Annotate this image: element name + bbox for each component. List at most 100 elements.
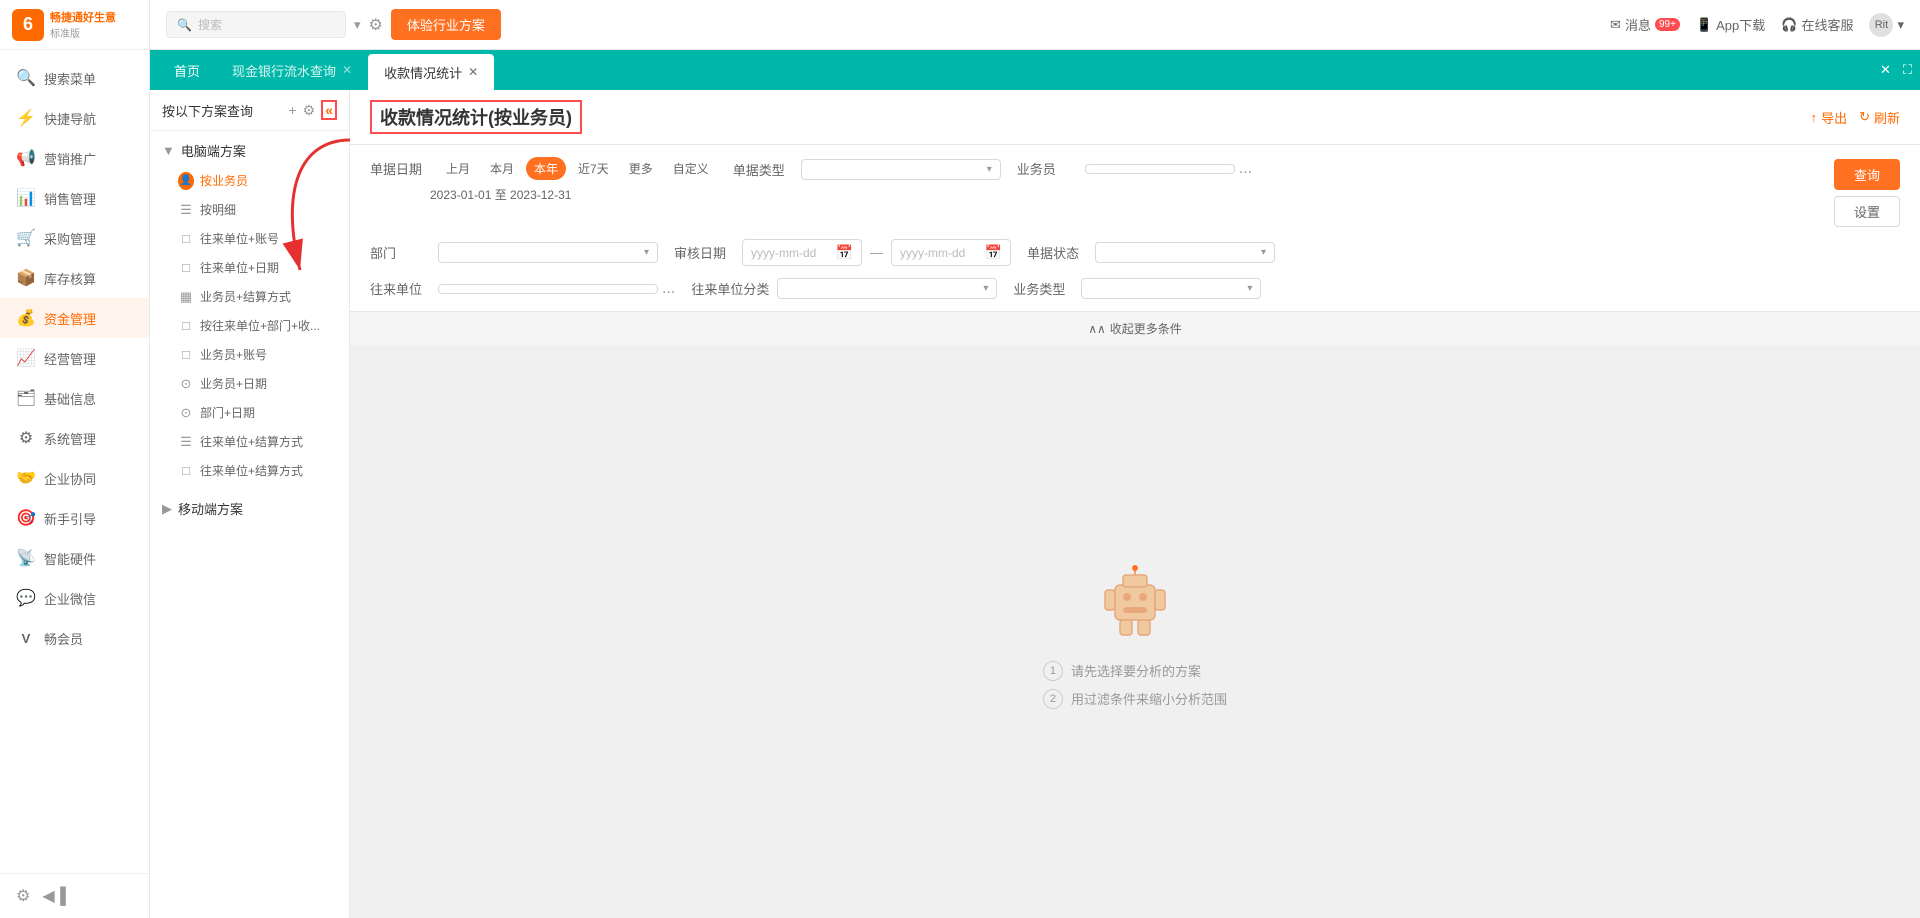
sidebar-item-finance[interactable]: 💰 资金管理	[0, 298, 149, 338]
date-tab-more[interactable]: 更多	[621, 157, 661, 180]
doc-type-select[interactable]: ▾	[801, 159, 1001, 180]
date-tab-7days[interactable]: 近7天	[570, 157, 617, 180]
tab-receipt-close[interactable]: ✕	[468, 65, 478, 79]
salesman-label: 业务员	[1017, 159, 1077, 178]
empty-state: 1 请先选择要分析的方案 2 用过滤条件来缩小分析范围	[1043, 555, 1227, 709]
collapse-button[interactable]: ∧∧ 收起更多条件	[1088, 320, 1182, 337]
mobile-plan-title[interactable]: ▶ 移动端方案	[150, 493, 349, 524]
refresh-button[interactable]: ↻ 刷新	[1859, 108, 1900, 127]
topbar-search-box[interactable]: 🔍 搜索	[166, 11, 346, 38]
sidebar-item-marketing[interactable]: 📢 营销推广	[0, 138, 149, 178]
query-button[interactable]: 查询	[1834, 159, 1900, 190]
message-button[interactable]: ✉ 消息 99+	[1610, 15, 1680, 34]
tab-receipt[interactable]: 收款情况统计 ✕	[368, 54, 494, 90]
plan-item-dept-date[interactable]: ⊙ 部门+日期	[150, 398, 349, 427]
filter-area: 单据日期 上月 本月 本年 近7天 更多 自定义 2023-01-01 至 20…	[350, 145, 1920, 312]
calendar-end-icon[interactable]: 📅	[985, 244, 1002, 261]
counterpart-dots-button[interactable]: ...	[662, 280, 675, 298]
tab-home[interactable]: 首页	[158, 50, 216, 90]
sidebar-item-inventory[interactable]: 📦 库存核算	[0, 258, 149, 298]
plan-settings-icon[interactable]: ⚙	[303, 102, 316, 119]
search-icon: 🔍	[16, 68, 36, 88]
salesman-select[interactable]	[1085, 164, 1235, 174]
collapse-sidebar-icon[interactable]: ◀▐	[42, 886, 66, 906]
plan-item-unit-settle2[interactable]: □ 往来单位+结算方式	[150, 456, 349, 485]
settings-button[interactable]: 设置	[1834, 196, 1900, 227]
counterpart-type-select[interactable]: ▾	[777, 278, 997, 299]
plan-item-salesman-settle[interactable]: ▦ 业务员+结算方式	[150, 282, 349, 311]
sidebar-item-basicinfo[interactable]: 🗂 基础信息	[0, 378, 149, 418]
sidebar-item-wechat[interactable]: 💬 企业微信	[0, 578, 149, 618]
sidebar-item-member[interactable]: V 畅会员	[0, 618, 149, 658]
doc-type-label: 单据类型	[733, 160, 793, 179]
hardware-icon: 📡	[16, 548, 36, 568]
salesman-icon: 👤	[178, 173, 194, 189]
business-type-select[interactable]: ▾	[1081, 278, 1261, 299]
export-button[interactable]: ↑ 导出	[1811, 108, 1848, 127]
sidebar-item-hardware[interactable]: 📡 智能硬件	[0, 538, 149, 578]
online-support-button[interactable]: 🎧 在线客服	[1781, 15, 1853, 34]
counterpart-select[interactable]	[438, 284, 658, 294]
doc-status-filter-group: 单据状态 ▾	[1027, 242, 1275, 263]
counterpart-type-chevron: ▾	[983, 283, 988, 294]
sidebar-item-sales[interactable]: 📊 销售管理	[0, 178, 149, 218]
mobile-plan-section: ▶ 移动端方案	[150, 489, 349, 528]
member-icon: V	[16, 628, 36, 648]
sidebar-item-purchase[interactable]: 🛒 采购管理	[0, 218, 149, 258]
user-menu[interactable]: Rit ▾	[1869, 13, 1904, 37]
salesman-dots-button[interactable]: ...	[1239, 160, 1252, 178]
date-tab-custom[interactable]: 自定义	[665, 157, 717, 180]
plan-item-salesman-account[interactable]: □ 业务员+账号	[150, 340, 349, 369]
sidebar-item-guide[interactable]: 🎯 新手引导	[0, 498, 149, 538]
tip-item-2: 2 用过滤条件来缩小分析范围	[1043, 689, 1227, 709]
date-tab-this-year[interactable]: 本年	[526, 157, 566, 180]
sidebar-item-quicknav[interactable]: ⚡ 快捷导航	[0, 98, 149, 138]
plan-item-by-detail[interactable]: ☰ 按明细	[150, 195, 349, 224]
topbar-gear-icon[interactable]: ⚙	[369, 15, 383, 35]
left-panel-title: 按以下方案查询	[162, 101, 253, 120]
app-download-button[interactable]: 📱 App下载	[1696, 15, 1765, 34]
business-type-chevron: ▾	[1247, 283, 1252, 294]
sidebar-item-search[interactable]: 🔍 搜索菜单	[0, 58, 149, 98]
doc-status-select[interactable]: ▾	[1095, 242, 1275, 263]
plan-item-unit-dept-recv[interactable]: □ 按往来单位+部门+收...	[150, 311, 349, 340]
topbar-search-icon: 🔍	[177, 18, 192, 32]
review-date-start-input[interactable]: yyyy-mm-dd 📅	[742, 239, 862, 266]
business-type-label: 业务类型	[1013, 279, 1073, 298]
settings-footer-icon[interactable]: ⚙	[16, 886, 30, 906]
plan-item-unit-account[interactable]: □ 往来单位+账号	[150, 224, 349, 253]
plan-item-unit-settle1[interactable]: ☰ 往来单位+结算方式	[150, 427, 349, 456]
chevron-up-icon: ∧∧	[1088, 322, 1106, 336]
filter-row-2: 部门 ▾ 审核日期 yyyy-mm-dd 📅 —	[370, 239, 1900, 266]
review-date-end-input[interactable]: yyyy-mm-dd 📅	[891, 239, 1011, 266]
calendar-start-icon[interactable]: 📅	[836, 244, 853, 261]
close-all-icon[interactable]: ✕	[1880, 62, 1891, 78]
empty-robot-icon	[1090, 555, 1180, 645]
sidebar-item-corp[interactable]: 🤝 企业协同	[0, 458, 149, 498]
counterpart-filter-group: 往来单位 ...	[370, 279, 675, 298]
plan-item-unit-date[interactable]: □ 往来单位+日期	[150, 253, 349, 282]
date-tab-this-month[interactable]: 本月	[482, 157, 522, 180]
dept-select[interactable]: ▾	[438, 242, 658, 263]
date-tab-last-month[interactable]: 上月	[438, 157, 478, 180]
tab-bank[interactable]: 现金银行流水查询 ✕	[216, 50, 368, 90]
unit-account-icon: □	[178, 231, 194, 247]
data-content-area: 1 请先选择要分析的方案 2 用过滤条件来缩小分析范围	[350, 345, 1920, 918]
logo-text: 畅捷通好生意 标准版	[50, 9, 116, 40]
add-plan-icon[interactable]: +	[288, 102, 296, 118]
topbar-dropdown-icon[interactable]: ▾	[354, 17, 361, 33]
plan-item-by-salesman[interactable]: 👤 按业务员	[150, 166, 349, 195]
tip-item-1: 1 请先选择要分析的方案	[1043, 661, 1227, 681]
plan-item-salesman-date[interactable]: ⊙ 业务员+日期	[150, 369, 349, 398]
sidebar-item-operations[interactable]: 📈 经营管理	[0, 338, 149, 378]
industry-solution-button[interactable]: 体验行业方案	[391, 9, 501, 40]
tab-bank-close[interactable]: ✕	[342, 63, 352, 77]
topbar-left: 🔍 搜索 ▾ ⚙ 体验行业方案	[166, 9, 501, 40]
counterpart-label: 往来单位	[370, 279, 430, 298]
pc-plan-title[interactable]: ▼ 电脑端方案	[150, 135, 349, 166]
expand-icon[interactable]: ⛶	[1903, 62, 1912, 78]
refresh-icon: ↻	[1859, 109, 1870, 125]
collapse-panel-icon[interactable]: «	[321, 100, 337, 120]
doc-status-label: 单据状态	[1027, 243, 1087, 262]
sidebar-item-sysadmin[interactable]: ⚙ 系统管理	[0, 418, 149, 458]
